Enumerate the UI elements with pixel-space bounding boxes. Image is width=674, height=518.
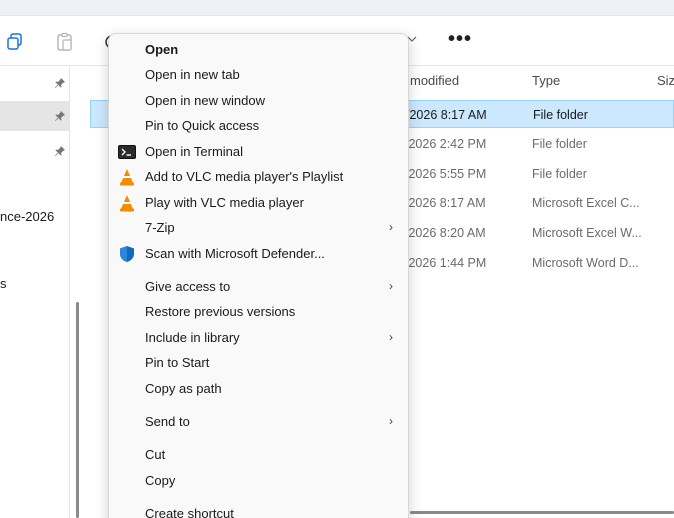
menu-item-scan-with-defender[interactable]: Scan with Microsoft Defender... xyxy=(109,242,408,267)
menu-item-label: Open in Terminal xyxy=(145,144,244,159)
row-date-modified: /2026 5:55 PM xyxy=(405,167,487,181)
nav-item-label[interactable]: nce-2026 xyxy=(0,209,54,224)
pin-icon xyxy=(54,144,66,156)
menu-item-label: Cut xyxy=(145,447,166,462)
pin-icon xyxy=(54,109,66,121)
menu-item-label: Give access to xyxy=(145,279,231,294)
menu-item-give-access-to[interactable]: Give access to › xyxy=(109,275,408,300)
row-date-modified: /2026 2:42 PM xyxy=(405,137,487,151)
menu-item-create-shortcut[interactable]: Create shortcut xyxy=(109,502,408,518)
nav-item-label[interactable]: s xyxy=(0,276,7,291)
menu-item-label: Restore previous versions xyxy=(145,304,296,319)
menu-item-include-in-library[interactable]: Include in library › xyxy=(109,326,408,351)
row-type: Microsoft Excel W... xyxy=(532,226,642,240)
row-type: File folder xyxy=(532,137,587,151)
menu-item-add-to-vlc-playlist[interactable]: Add to VLC media player's Playlist xyxy=(109,165,408,190)
context-menu: Open Open in new tab Open in new window … xyxy=(108,33,409,518)
menu-item-open-in-new-tab[interactable]: Open in new tab xyxy=(109,63,408,88)
menu-item-label: Copy xyxy=(145,473,176,488)
menu-item-copy[interactable]: Copy xyxy=(109,469,408,494)
menu-item-label: Scan with Microsoft Defender... xyxy=(145,246,325,261)
row-date-modified: /2026 8:17 AM xyxy=(406,108,487,122)
chevron-right-icon: › xyxy=(389,220,393,234)
menu-item-label: 7-Zip xyxy=(145,220,175,235)
pin-icon xyxy=(54,76,66,88)
see-more-button[interactable]: ••• xyxy=(448,28,472,51)
menu-item-open-in-new-window[interactable]: Open in new window xyxy=(109,89,408,114)
row-date-modified: /2026 1:44 PM xyxy=(405,256,487,270)
menu-item-label: Open in new window xyxy=(145,93,265,108)
menu-item-label: Send to xyxy=(145,414,190,429)
menu-item-7-zip[interactable]: 7-Zip › xyxy=(109,216,408,241)
menu-item-copy-as-path[interactable]: Copy as path xyxy=(109,377,408,402)
column-header-type[interactable]: Type xyxy=(532,73,560,88)
terminal-icon xyxy=(118,143,136,161)
menu-item-send-to[interactable]: Send to › xyxy=(109,410,408,435)
paste-icon[interactable] xyxy=(55,32,75,52)
vlc-icon xyxy=(118,194,136,212)
navigation-pane: nce-2026 s xyxy=(0,66,70,518)
file-list-horizontal-scrollbar[interactable] xyxy=(410,511,674,514)
chevron-right-icon: › xyxy=(389,330,393,344)
menu-item-restore-previous-versions[interactable]: Restore previous versions xyxy=(109,300,408,325)
menu-item-label: Create shortcut xyxy=(145,506,234,518)
chevron-right-icon: › xyxy=(389,279,393,293)
vlc-icon xyxy=(118,168,136,186)
defender-shield-icon xyxy=(118,245,136,263)
title-bar-strip xyxy=(0,0,674,16)
menu-item-open-in-terminal[interactable]: Open in Terminal xyxy=(109,140,408,165)
nav-item-quick-access-2[interactable] xyxy=(0,101,70,131)
menu-item-pin-to-quick-access[interactable]: Pin to Quick access xyxy=(109,114,408,139)
nav-item-quick-access-1[interactable] xyxy=(0,68,70,98)
chevron-right-icon: › xyxy=(389,414,393,428)
row-type: Microsoft Word D... xyxy=(532,256,639,270)
menu-item-label: Copy as path xyxy=(145,381,222,396)
menu-item-label: Pin to Start xyxy=(145,355,210,370)
copy-icon[interactable] xyxy=(5,32,25,52)
row-type: Microsoft Excel C... xyxy=(532,196,640,210)
column-header-size[interactable]: Siz xyxy=(657,73,674,88)
menu-item-label: Open in new tab xyxy=(145,67,240,82)
menu-item-open[interactable]: Open xyxy=(109,38,408,63)
row-date-modified: /2026 8:17 AM xyxy=(405,196,486,210)
row-type: File folder xyxy=(533,108,588,122)
nav-item-quick-access-3[interactable] xyxy=(0,136,70,166)
menu-item-label: Pin to Quick access xyxy=(145,118,260,133)
column-header-date-modified[interactable]: modified xyxy=(410,73,459,88)
menu-item-label: Include in library xyxy=(145,330,240,345)
menu-item-label: Open xyxy=(145,42,179,57)
menu-item-play-with-vlc[interactable]: Play with VLC media player xyxy=(109,191,408,216)
navigation-scrollbar[interactable] xyxy=(76,302,79,518)
row-date-modified: /2026 8:20 AM xyxy=(405,226,486,240)
menu-item-label: Play with VLC media player xyxy=(145,195,304,210)
menu-item-label: Add to VLC media player's Playlist xyxy=(145,169,344,184)
menu-item-cut[interactable]: Cut xyxy=(109,443,408,468)
row-type: File folder xyxy=(532,167,587,181)
menu-item-pin-to-start[interactable]: Pin to Start xyxy=(109,351,408,376)
